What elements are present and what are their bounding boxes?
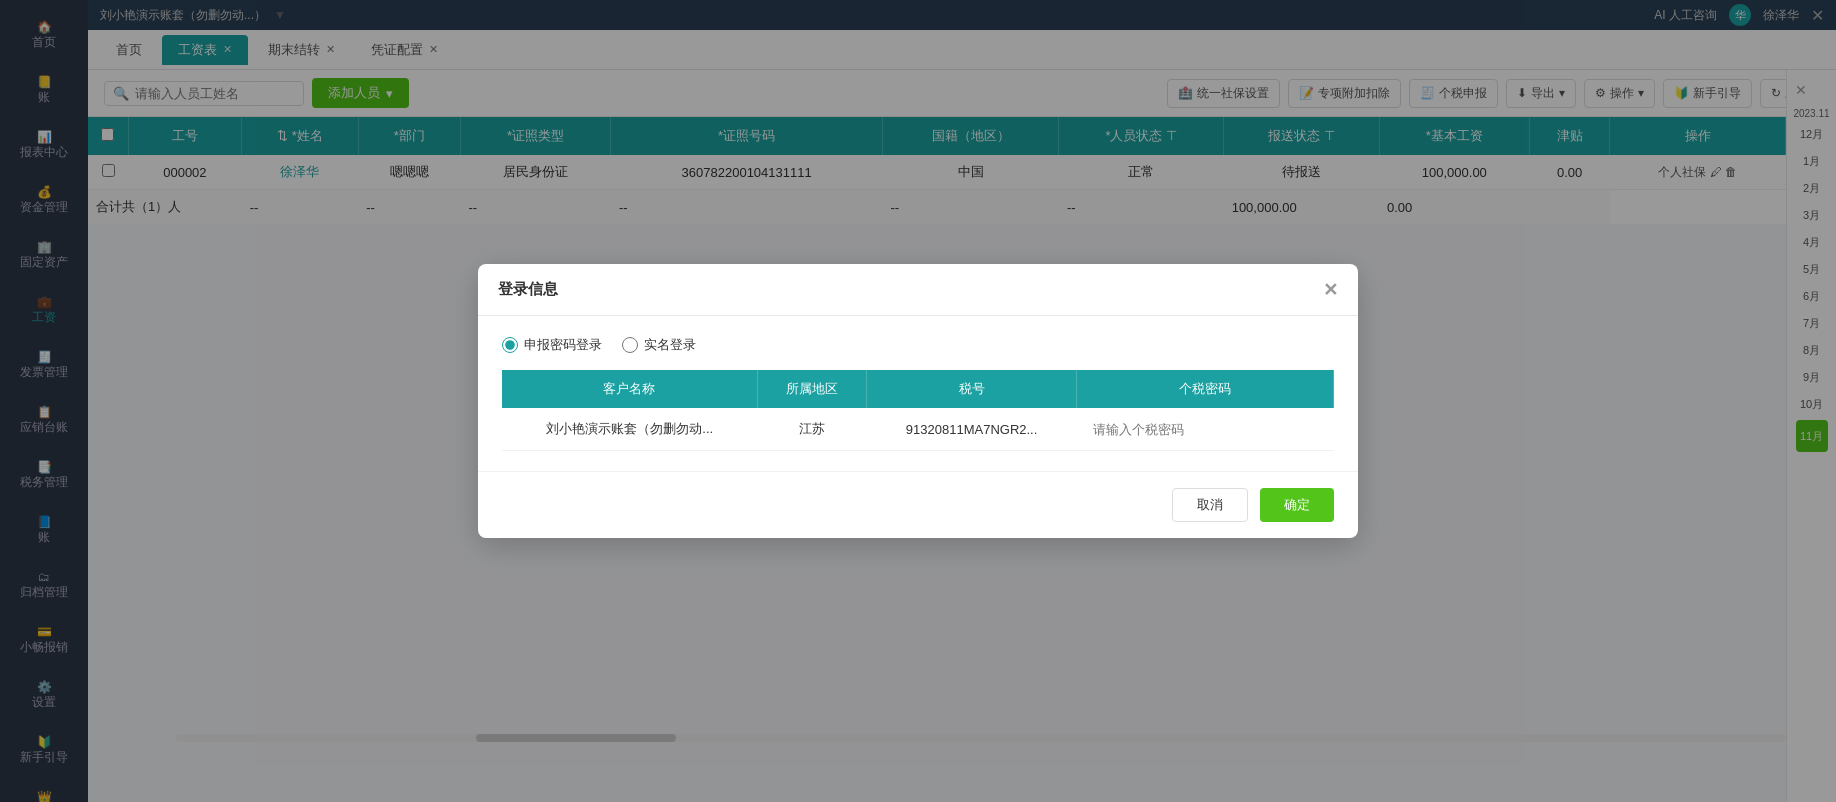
dialog-header: 登录信息 ✕: [478, 264, 1358, 316]
radio-password-input[interactable]: [502, 337, 518, 353]
dialog-body: 申报密码登录 实名登录 客户名称 所属地区 税号 个税密码: [478, 316, 1358, 471]
dialog-title: 登录信息: [498, 280, 558, 299]
tax-password-input[interactable]: [1093, 422, 1318, 437]
dialog-row-taxid: 91320811MA7NGR2...: [867, 408, 1077, 451]
dialog-close-button[interactable]: ✕: [1323, 281, 1338, 299]
login-dialog: 登录信息 ✕ 申报密码登录 实名登录 客户名称 所属地区: [478, 264, 1358, 538]
dialog-row-name: 刘小艳演示账套（勿删勿动...: [502, 408, 757, 451]
dialog-row-password[interactable]: [1077, 408, 1334, 451]
dialog-footer: 取消 确定: [478, 471, 1358, 538]
radio-realname-login[interactable]: 实名登录: [622, 336, 696, 354]
radio-realname-label: 实名登录: [644, 336, 696, 354]
confirm-button[interactable]: 确定: [1260, 488, 1334, 522]
modal-overlay: 登录信息 ✕ 申报密码登录 实名登录 客户名称 所属地区: [0, 0, 1836, 802]
dialog-row-region: 江苏: [757, 408, 866, 451]
radio-password-login[interactable]: 申报密码登录: [502, 336, 602, 354]
cancel-button[interactable]: 取消: [1172, 488, 1248, 522]
dialog-col-name: 客户名称: [502, 370, 757, 408]
dialog-col-taxid: 税号: [867, 370, 1077, 408]
login-radio-group: 申报密码登录 实名登录: [502, 336, 1334, 354]
dialog-table-row: 刘小艳演示账套（勿删勿动... 江苏 91320811MA7NGR2...: [502, 408, 1334, 451]
dialog-table: 客户名称 所属地区 税号 个税密码 刘小艳演示账套（勿删勿动... 江苏 913…: [502, 370, 1334, 451]
radio-password-label: 申报密码登录: [524, 336, 602, 354]
dialog-col-region: 所属地区: [757, 370, 866, 408]
dialog-col-password: 个税密码: [1077, 370, 1334, 408]
radio-realname-input[interactable]: [622, 337, 638, 353]
